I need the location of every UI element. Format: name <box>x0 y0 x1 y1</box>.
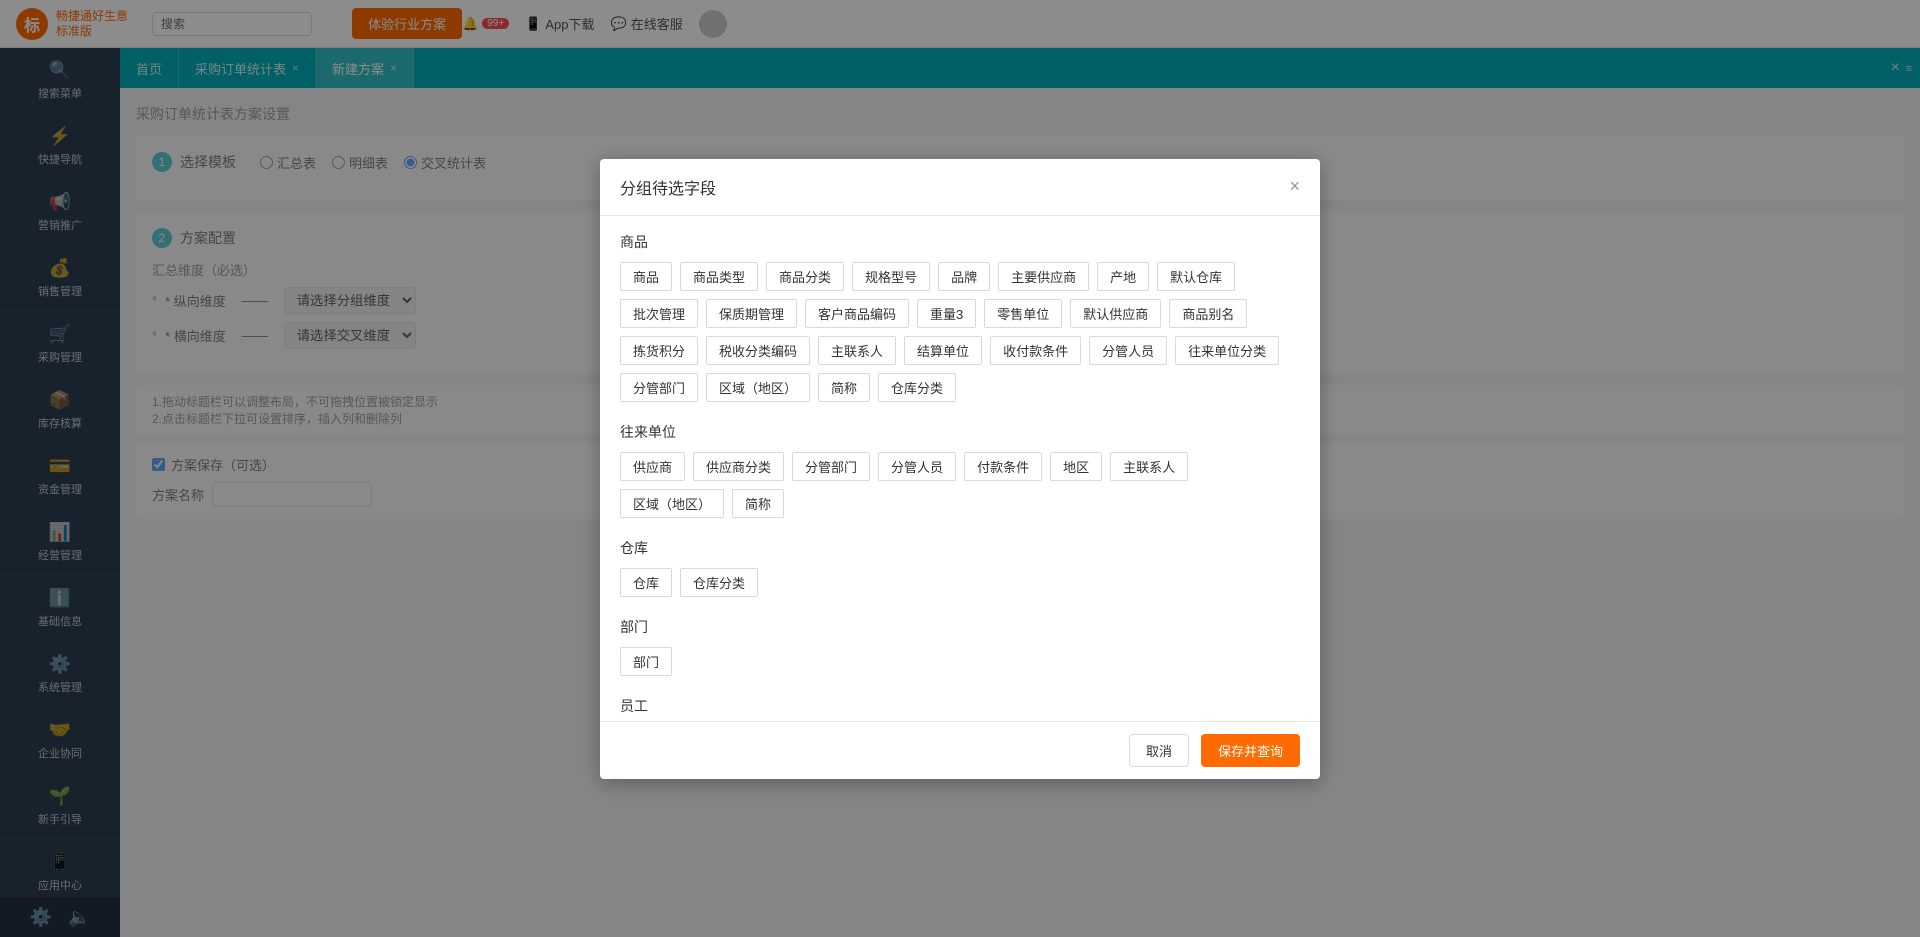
field-tag-0-17[interactable]: 主联系人 <box>818 336 896 365</box>
field-tag-1-1[interactable]: 供应商分类 <box>693 452 784 481</box>
field-tag-1-2[interactable]: 分管部门 <box>792 452 870 481</box>
field-tag-0-13[interactable]: 默认供应商 <box>1070 299 1161 328</box>
field-tag-0-16[interactable]: 税收分类编码 <box>706 336 810 365</box>
field-group-title-3: 部门 <box>620 617 1300 637</box>
dialog-footer: 取消 保存并查询 <box>600 721 1320 779</box>
field-tag-2-0[interactable]: 仓库 <box>620 568 672 597</box>
field-tag-1-7[interactable]: 区域（地区） <box>620 489 724 518</box>
dialog: 分组待选字段 × 商品商品商品类型商品分类规格型号品牌主要供应商产地默认仓库批次… <box>600 159 1320 779</box>
field-tag-0-8[interactable]: 批次管理 <box>620 299 698 328</box>
field-tags-3: 部门 <box>620 647 1300 676</box>
field-tag-0-2[interactable]: 商品分类 <box>766 262 844 291</box>
field-group-title-1: 往来单位 <box>620 422 1300 442</box>
field-tag-0-3[interactable]: 规格型号 <box>852 262 930 291</box>
field-tags-1: 供应商供应商分类分管部门分管人员付款条件地区主联系人区域（地区） 简称 <box>620 452 1300 518</box>
field-tag-0-5[interactable]: 主要供应商 <box>998 262 1089 291</box>
field-tag-0-6[interactable]: 产地 <box>1097 262 1149 291</box>
cancel-button[interactable]: 取消 <box>1129 734 1189 767</box>
field-tag-0-24[interactable]: 简称 <box>818 373 870 402</box>
field-group-title-4: 员工 <box>620 696 1300 716</box>
dialog-body: 商品商品商品类型商品分类规格型号品牌主要供应商产地默认仓库批次管理保质期管理客户… <box>600 216 1320 721</box>
field-group-3: 部门部门 <box>620 617 1300 676</box>
field-tag-0-0[interactable]: 商品 <box>620 262 672 291</box>
field-group-1: 往来单位供应商供应商分类分管部门分管人员付款条件地区主联系人区域（地区） 简称 <box>620 422 1300 518</box>
dialog-title: 分组待选字段 <box>620 175 716 199</box>
field-tag-1-6[interactable]: 主联系人 <box>1110 452 1188 481</box>
field-tag-0-20[interactable]: 分管人员 <box>1089 336 1167 365</box>
save-query-button[interactable]: 保存并查询 <box>1201 734 1300 767</box>
field-tag-0-1[interactable]: 商品类型 <box>680 262 758 291</box>
field-tag-1-3[interactable]: 分管人员 <box>878 452 956 481</box>
dialog-close-button[interactable]: × <box>1289 176 1300 197</box>
field-group-2: 仓库仓库仓库分类 <box>620 538 1300 597</box>
field-tag-1-8[interactable]: 简称 <box>732 489 784 518</box>
field-tag-1-4[interactable]: 付款条件 <box>964 452 1042 481</box>
field-tag-0-11[interactable]: 重量3 <box>917 299 976 328</box>
field-tag-1-0[interactable]: 供应商 <box>620 452 685 481</box>
field-tags-0: 商品商品类型商品分类规格型号品牌主要供应商产地默认仓库批次管理保质期管理客户商品… <box>620 262 1300 402</box>
field-tag-2-1[interactable]: 仓库分类 <box>680 568 758 597</box>
modal-overlay: 分组待选字段 × 商品商品商品类型商品分类规格型号品牌主要供应商产地默认仓库批次… <box>0 0 1920 937</box>
field-tag-0-23[interactable]: 区域（地区） <box>706 373 810 402</box>
dialog-header: 分组待选字段 × <box>600 159 1320 216</box>
field-tags-2: 仓库仓库分类 <box>620 568 1300 597</box>
field-tag-0-18[interactable]: 结算单位 <box>904 336 982 365</box>
field-group-title-2: 仓库 <box>620 538 1300 558</box>
field-group-0: 商品商品商品类型商品分类规格型号品牌主要供应商产地默认仓库批次管理保质期管理客户… <box>620 232 1300 402</box>
field-tag-0-25[interactable]: 仓库分类 <box>878 373 956 402</box>
field-tag-0-21[interactable]: 往来单位分类 <box>1175 336 1279 365</box>
field-tag-0-12[interactable]: 零售单位 <box>984 299 1062 328</box>
field-tag-0-4[interactable]: 品牌 <box>938 262 990 291</box>
field-tag-3-0[interactable]: 部门 <box>620 647 672 676</box>
field-tag-1-5[interactable]: 地区 <box>1050 452 1102 481</box>
field-tag-0-22[interactable]: 分管部门 <box>620 373 698 402</box>
field-tag-0-7[interactable]: 默认仓库 <box>1157 262 1235 291</box>
field-group-title-0: 商品 <box>620 232 1300 252</box>
field-tag-0-14[interactable]: 商品别名 <box>1169 299 1247 328</box>
field-group-4: 员工业务员 <box>620 696 1300 721</box>
field-tag-0-9[interactable]: 保质期管理 <box>706 299 797 328</box>
field-tag-0-15[interactable]: 拣货积分 <box>620 336 698 365</box>
field-tag-0-10[interactable]: 客户商品编码 <box>805 299 909 328</box>
field-tag-0-19[interactable]: 收付款条件 <box>990 336 1081 365</box>
